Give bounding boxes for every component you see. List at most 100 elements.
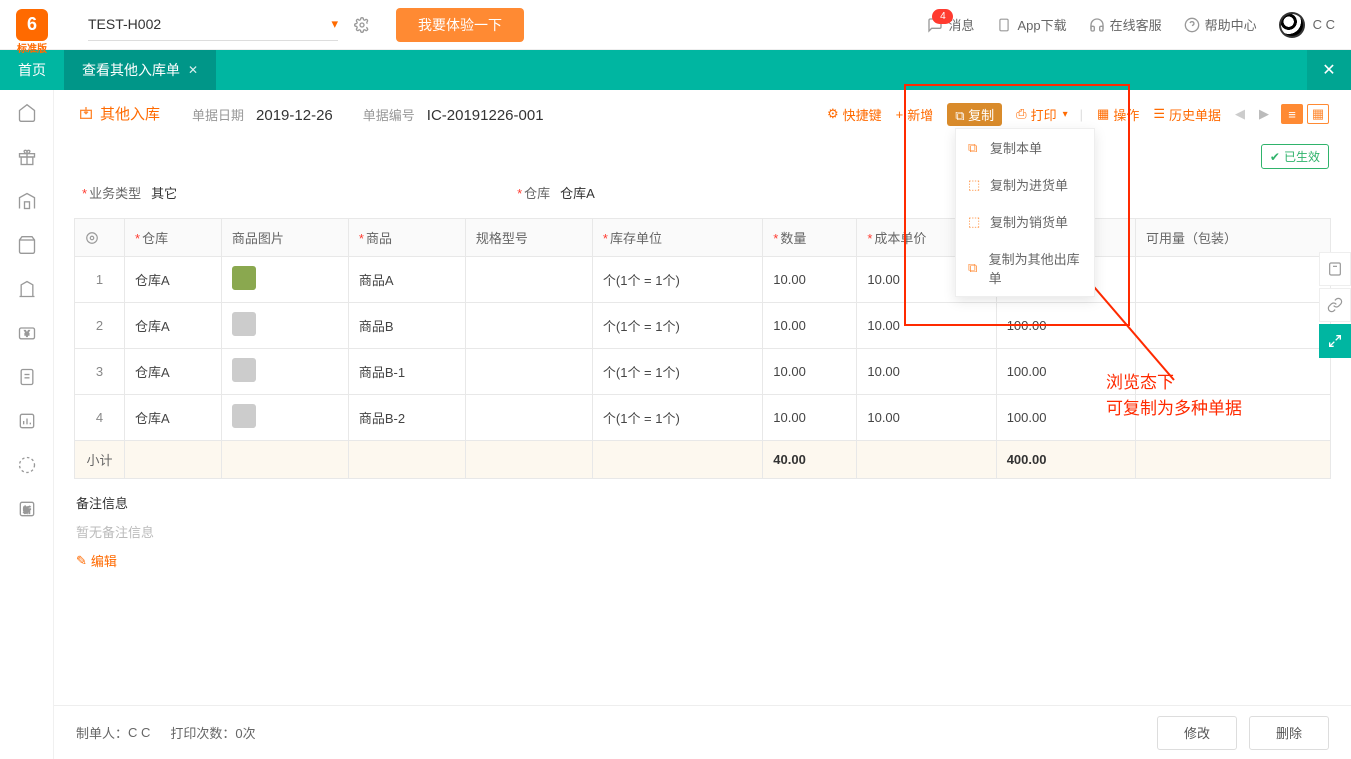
- check-icon: ✔: [1270, 150, 1280, 164]
- edit-remarks-link[interactable]: ✎编辑: [76, 551, 1329, 570]
- row-qty: 10.00: [763, 303, 857, 349]
- th-product: *商品: [348, 219, 465, 257]
- copy-button[interactable]: ⧉ 复制: [947, 103, 1002, 126]
- trial-button[interactable]: 我要体验一下: [396, 8, 524, 42]
- copy-icon: ⧉: [955, 108, 964, 123]
- subtotal-label: 小计: [75, 441, 125, 479]
- add-button[interactable]: +新增: [896, 105, 934, 124]
- form-row: *业务类型 其它 *仓库 仓库A: [54, 183, 1351, 218]
- help-icon: [1184, 17, 1200, 33]
- messages-link[interactable]: 消息: [927, 15, 974, 34]
- app-download-label: App下载: [1017, 15, 1066, 34]
- tab-current[interactable]: 查看其他入库单 ✕: [64, 50, 216, 90]
- status-badge: ✔已生效: [1261, 144, 1329, 169]
- prev-button[interactable]: ◀: [1235, 106, 1245, 122]
- row-price: 10.00: [857, 349, 996, 395]
- doc-date: 单据日期2019-12-26: [192, 105, 333, 124]
- modify-button[interactable]: 修改: [1157, 716, 1237, 750]
- home-icon[interactable]: [16, 102, 38, 124]
- copy-dropdown: ⧉复制本单 ⬚复制为进货单 ⬚复制为销货单 ⧉复制为其他出库单: [955, 128, 1095, 297]
- shop-selector[interactable]: TEST-H002 ▾: [88, 9, 338, 41]
- customer-service-link[interactable]: 在线客服: [1089, 15, 1162, 34]
- row-image: [221, 257, 348, 303]
- close-icon[interactable]: ✕: [188, 63, 198, 77]
- app-download-link[interactable]: App下载: [996, 15, 1066, 34]
- copy-icon: ⧉: [968, 140, 982, 156]
- tab-home[interactable]: 首页: [0, 50, 64, 90]
- delete-button[interactable]: 删除: [1249, 716, 1329, 750]
- copy-as-sales[interactable]: ⬚复制为销货单: [956, 203, 1094, 240]
- building-icon[interactable]: [16, 278, 38, 300]
- remarks-empty: 暂无备注信息: [76, 522, 1329, 541]
- copy-as-purchase[interactable]: ⬚复制为进货单: [956, 166, 1094, 203]
- gear-icon[interactable]: [354, 17, 370, 33]
- edit-icon: ✎: [76, 553, 87, 569]
- next-button[interactable]: ▶: [1259, 106, 1269, 122]
- row-image: [221, 395, 348, 441]
- gift-icon[interactable]: [16, 146, 38, 168]
- row-warehouse: 仓库A: [125, 303, 222, 349]
- row-spec: [465, 257, 592, 303]
- card-title: 其他入库: [100, 103, 160, 124]
- th-available: 可用量（包装）: [1136, 219, 1331, 257]
- row-available: [1136, 349, 1331, 395]
- th-unit: *库存单位: [592, 219, 762, 257]
- rail-expand-icon[interactable]: [1319, 324, 1351, 358]
- row-available: [1136, 303, 1331, 349]
- remarks-section: 备注信息 暂无备注信息 ✎编辑: [54, 479, 1351, 584]
- phone-icon: [996, 17, 1012, 33]
- table-row[interactable]: 4 仓库A 商品B-2 个(1个 = 1个) 10.00 10.00 100.0…: [75, 395, 1331, 441]
- row-unit: 个(1个 = 1个): [592, 395, 762, 441]
- row-qty: 10.00: [763, 349, 857, 395]
- history-button[interactable]: ☰历史单据: [1153, 105, 1221, 124]
- bag-icon[interactable]: [16, 234, 38, 256]
- row-price: 10.00: [857, 395, 996, 441]
- gear-column[interactable]: [75, 219, 125, 257]
- help-link[interactable]: 帮助中心: [1184, 15, 1257, 34]
- row-index: 3: [75, 349, 125, 395]
- loading-icon[interactable]: [16, 454, 38, 476]
- report-icon[interactable]: [16, 410, 38, 432]
- rail-note-icon[interactable]: [1319, 252, 1351, 286]
- table-row[interactable]: 3 仓库A 商品B-1 个(1个 = 1个) 10.00 10.00 100.0…: [75, 349, 1331, 395]
- row-amount: 100.00: [996, 349, 1135, 395]
- inbound-icon: [78, 105, 94, 121]
- th-image: 商品图片: [221, 219, 348, 257]
- card-tab[interactable]: 其他入库: [76, 90, 162, 138]
- row-unit: 个(1个 = 1个): [592, 303, 762, 349]
- product-image-icon: [232, 312, 256, 336]
- view-grid-button[interactable]: ▦: [1307, 104, 1329, 124]
- tabbar: 首页 查看其他入库单 ✕ ✕: [0, 50, 1351, 90]
- ops-button[interactable]: ▦操作: [1097, 105, 1139, 124]
- subtotal-row: 小计 40.00 400.00: [75, 441, 1331, 479]
- row-spec: [465, 303, 592, 349]
- product-image-icon: [232, 404, 256, 428]
- warehouse-icon[interactable]: [16, 190, 38, 212]
- view-list-button[interactable]: ≡: [1281, 104, 1303, 124]
- biztype-field: *业务类型 其它: [82, 183, 177, 202]
- row-warehouse: 仓库A: [125, 395, 222, 441]
- th-spec: 规格型号: [465, 219, 592, 257]
- table-row[interactable]: 2 仓库A 商品B 个(1个 = 1个) 10.00 10.00 100.00: [75, 303, 1331, 349]
- gear-icon: ⚙: [827, 106, 839, 122]
- print-button[interactable]: ⎙打印▾: [1016, 105, 1067, 124]
- copy-this-doc[interactable]: ⧉复制本单: [956, 129, 1094, 166]
- separator: |: [1080, 107, 1083, 122]
- new-icon[interactable]: 新: [16, 498, 38, 520]
- chevron-down-icon: ▾: [331, 16, 338, 32]
- tabbar-close-button[interactable]: ✕: [1307, 50, 1351, 90]
- money-icon[interactable]: ¥: [16, 322, 38, 344]
- row-available: [1136, 395, 1331, 441]
- clipboard-icon[interactable]: [16, 366, 38, 388]
- rail-link-icon[interactable]: [1319, 288, 1351, 322]
- maker-label: 制单人：: [76, 723, 128, 742]
- outbound-icon: ⧉: [968, 260, 981, 276]
- sidebar: ¥ 新: [0, 90, 54, 759]
- table-row[interactable]: 1 仓库A 商品A 个(1个 = 1个) 10.00 10.00 100.00: [75, 257, 1331, 303]
- card-footer: 制单人： C C 打印次数： 0次 修改 删除: [54, 705, 1351, 759]
- copy-as-outbound[interactable]: ⧉复制为其他出库单: [956, 240, 1094, 296]
- row-warehouse: 仓库A: [125, 257, 222, 303]
- shortcut-button[interactable]: ⚙快捷键: [827, 105, 882, 124]
- avatar[interactable]: [1279, 12, 1305, 38]
- row-amount: 100.00: [996, 303, 1135, 349]
